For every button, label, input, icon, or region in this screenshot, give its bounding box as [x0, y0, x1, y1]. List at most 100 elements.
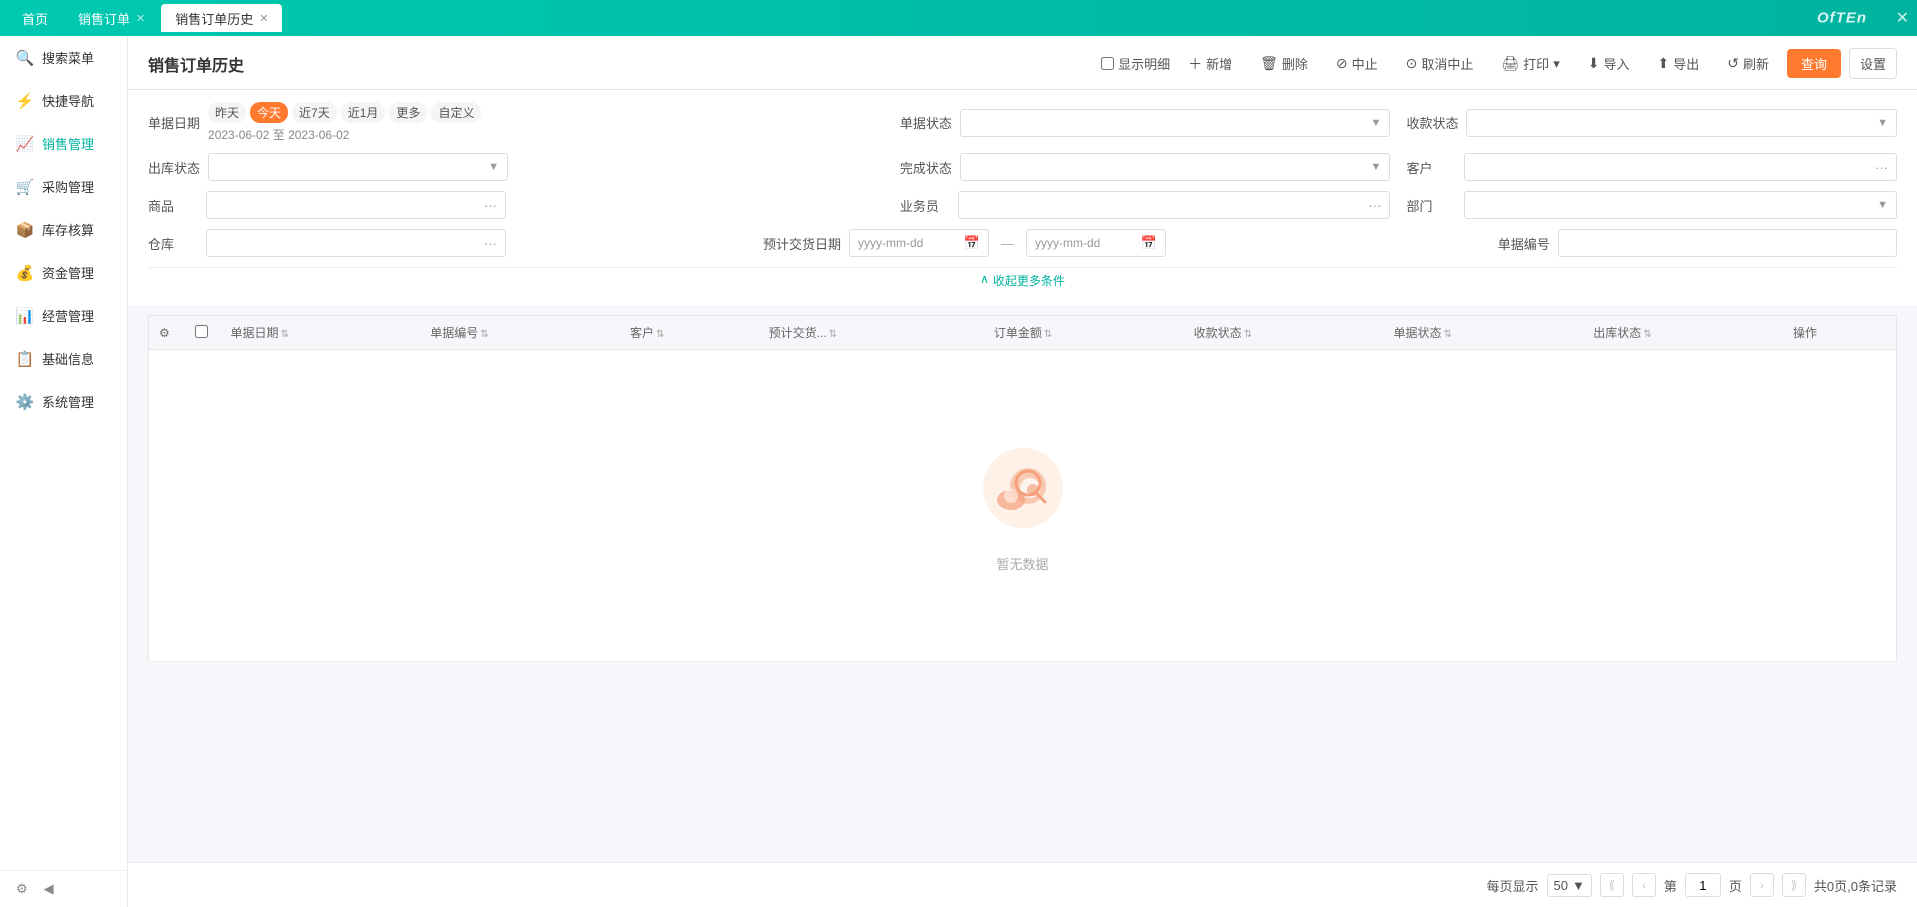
th-settings[interactable]: ⚙	[149, 316, 185, 350]
sidebar-icon-系统管理: ⚙️	[16, 393, 34, 411]
settings-button[interactable]: 设置	[1849, 48, 1897, 79]
select-all-checkbox[interactable]	[195, 325, 208, 338]
date-pill-今天[interactable]: 今天	[250, 102, 288, 123]
delete-label: 删除	[1282, 54, 1308, 73]
collapse-row[interactable]: ∧ 收起更多条件	[148, 267, 1897, 293]
show-detail-input[interactable]	[1101, 57, 1114, 70]
sidebar-item-库存核算[interactable]: 📦 库存核算	[0, 208, 127, 251]
show-detail-checkbox[interactable]: 显示明细	[1101, 54, 1170, 73]
payment-status-label: 收款状态	[1406, 113, 1458, 132]
th-checkbox[interactable]	[185, 316, 221, 350]
table-body: 暂无数据	[149, 350, 1897, 662]
page-title: 销售订单历史	[148, 52, 244, 76]
query-button[interactable]: 查询	[1787, 49, 1841, 78]
first-page-btn[interactable]: ⟪	[1600, 873, 1624, 897]
customer-control[interactable]: ···	[1464, 153, 1897, 181]
expected-date-to[interactable]: yyyy-mm-dd 📅	[1026, 229, 1166, 257]
sidebar-label-系统管理: 系统管理	[42, 392, 94, 411]
th-收款状态[interactable]: 收款状态⇅	[1184, 316, 1384, 350]
tab-bar: 首页销售订单✕销售订单历史✕	[8, 4, 1896, 32]
sidebar-item-快捷导航[interactable]: ⚡ 快捷导航	[0, 79, 127, 122]
total-info: 共0页,0条记录	[1814, 876, 1897, 895]
tab-close-销售订单历史[interactable]: ✕	[259, 12, 268, 25]
salesperson-control[interactable]: ···	[958, 191, 1391, 219]
expected-date-from[interactable]: yyyy-mm-dd 📅	[849, 229, 989, 257]
sidebar-item-系统管理[interactable]: ⚙️ 系统管理	[0, 380, 127, 423]
sort-icon-出库状态: ⇅	[1643, 329, 1651, 340]
th-预计交货...[interactable]: 预计交货...⇅	[759, 316, 984, 350]
sort-icon-单据日期: ⇅	[281, 329, 289, 340]
filter-warehouse: 仓库 ···	[148, 229, 747, 257]
calendar-to-icon[interactable]: 📅	[1141, 235, 1157, 251]
complete-status-control[interactable]: ▼	[960, 153, 1391, 181]
tab-销售订单[interactable]: 销售订单✕	[64, 4, 159, 32]
page-size-arrow: ▼	[1572, 878, 1585, 893]
sidebar-item-采购管理[interactable]: 🛒 采购管理	[0, 165, 127, 208]
filter-row-3: 商品 ··· 业务员 ··· 部门	[148, 191, 1897, 219]
date-pill-近7天[interactable]: 近7天	[292, 102, 337, 123]
tab-销售订单历史[interactable]: 销售订单历史✕	[161, 4, 282, 32]
bill-number-control[interactable]	[1558, 229, 1897, 257]
date-pill-近1月[interactable]: 近1月	[341, 102, 386, 123]
last-page-btn[interactable]: ⟫	[1782, 873, 1806, 897]
product-control[interactable]: ···	[206, 191, 506, 219]
date-pill-昨天[interactable]: 昨天	[208, 102, 246, 123]
calendar-from-icon[interactable]: 📅	[964, 235, 980, 251]
salesperson-label: 业务员	[900, 196, 950, 215]
brand-text: OfTEn	[1817, 10, 1867, 27]
cancel-stop-button[interactable]: ⊙取消中止	[1396, 49, 1484, 78]
collapse-label: 收起更多条件	[993, 272, 1065, 289]
payment-status-control[interactable]: ▼	[1466, 109, 1897, 137]
sidebar-icon-库存核算: 📦	[16, 221, 34, 239]
sidebar-item-搜索菜单[interactable]: 🔍 搜索菜单	[0, 36, 127, 79]
tab-首页[interactable]: 首页	[8, 4, 62, 32]
page-number-input[interactable]	[1685, 873, 1721, 897]
th-出库状态[interactable]: 出库状态⇅	[1583, 316, 1783, 350]
add-button[interactable]: ＋新增	[1178, 49, 1242, 79]
stop-button[interactable]: ⊘中止	[1326, 49, 1388, 78]
date-pill-更多[interactable]: 更多	[389, 102, 427, 123]
date-pill-自定义[interactable]: 自定义	[431, 102, 481, 123]
th-单据日期[interactable]: 单据日期⇅	[221, 316, 421, 350]
filter-product: 商品 ···	[148, 191, 884, 219]
sidebar-icon-快捷导航: ⚡	[16, 92, 34, 110]
sidebar-item-销售管理[interactable]: 📈 销售管理	[0, 122, 127, 165]
sidebar-label-资金管理: 资金管理	[42, 263, 94, 282]
page-label-after: 页	[1729, 876, 1742, 895]
th-客户[interactable]: 客户⇅	[620, 316, 759, 350]
refresh-button[interactable]: ↺刷新	[1717, 49, 1779, 78]
th-单据编号[interactable]: 单据编号⇅	[420, 316, 620, 350]
sidebar-collapse-icon[interactable]: ◀	[44, 881, 54, 897]
cancel-stop-label: 取消中止	[1421, 54, 1473, 73]
warehouse-control[interactable]: ···	[206, 229, 506, 257]
prev-page-btn[interactable]: ‹	[1632, 873, 1656, 897]
date-label: 单据日期	[148, 113, 200, 132]
tab-close-销售订单[interactable]: ✕	[136, 12, 145, 25]
filter-bill-number: 单据编号	[1498, 229, 1897, 257]
th-订单金额[interactable]: 订单金额⇅	[984, 316, 1184, 350]
col-label-客户: 客户	[630, 326, 654, 340]
empty-row: 暂无数据	[149, 350, 1897, 662]
next-page-btn[interactable]: ›	[1750, 873, 1774, 897]
col-label-操作: 操作	[1793, 326, 1817, 340]
print-button[interactable]: 🖨打印▾	[1491, 49, 1569, 78]
window-close-btn[interactable]: ✕	[1896, 8, 1909, 28]
sidebar-item-基础信息[interactable]: 📋 基础信息	[0, 337, 127, 380]
sidebar-settings-icon[interactable]: ⚙	[16, 881, 28, 897]
export-button[interactable]: ⬆导出	[1647, 49, 1709, 78]
bill-status-control[interactable]: ▼	[960, 109, 1391, 137]
import-button[interactable]: ⬇导入	[1578, 49, 1640, 78]
filter-area: 单据日期 昨天今天近7天近1月更多自定义 2023-06-02 至 2023-0…	[128, 90, 1917, 305]
stop-icon: ⊘	[1336, 55, 1348, 72]
delete-button[interactable]: 🗑删除	[1250, 49, 1318, 78]
sidebar-icon-基础信息: 📋	[16, 350, 34, 368]
empty-text: 暂无数据	[996, 554, 1048, 573]
cancel-stop-icon: ⊙	[1406, 55, 1418, 72]
filter-department: 部门 ▼	[1406, 191, 1897, 219]
department-control[interactable]: ▼	[1464, 191, 1897, 219]
sidebar-item-资金管理[interactable]: 💰 资金管理	[0, 251, 127, 294]
th-单据状态[interactable]: 单据状态⇅	[1383, 316, 1583, 350]
page-size-select[interactable]: 50 ▼	[1547, 874, 1592, 897]
out-status-control[interactable]: ▼	[208, 153, 508, 181]
sidebar-item-经营管理[interactable]: 📊 经营管理	[0, 294, 127, 337]
